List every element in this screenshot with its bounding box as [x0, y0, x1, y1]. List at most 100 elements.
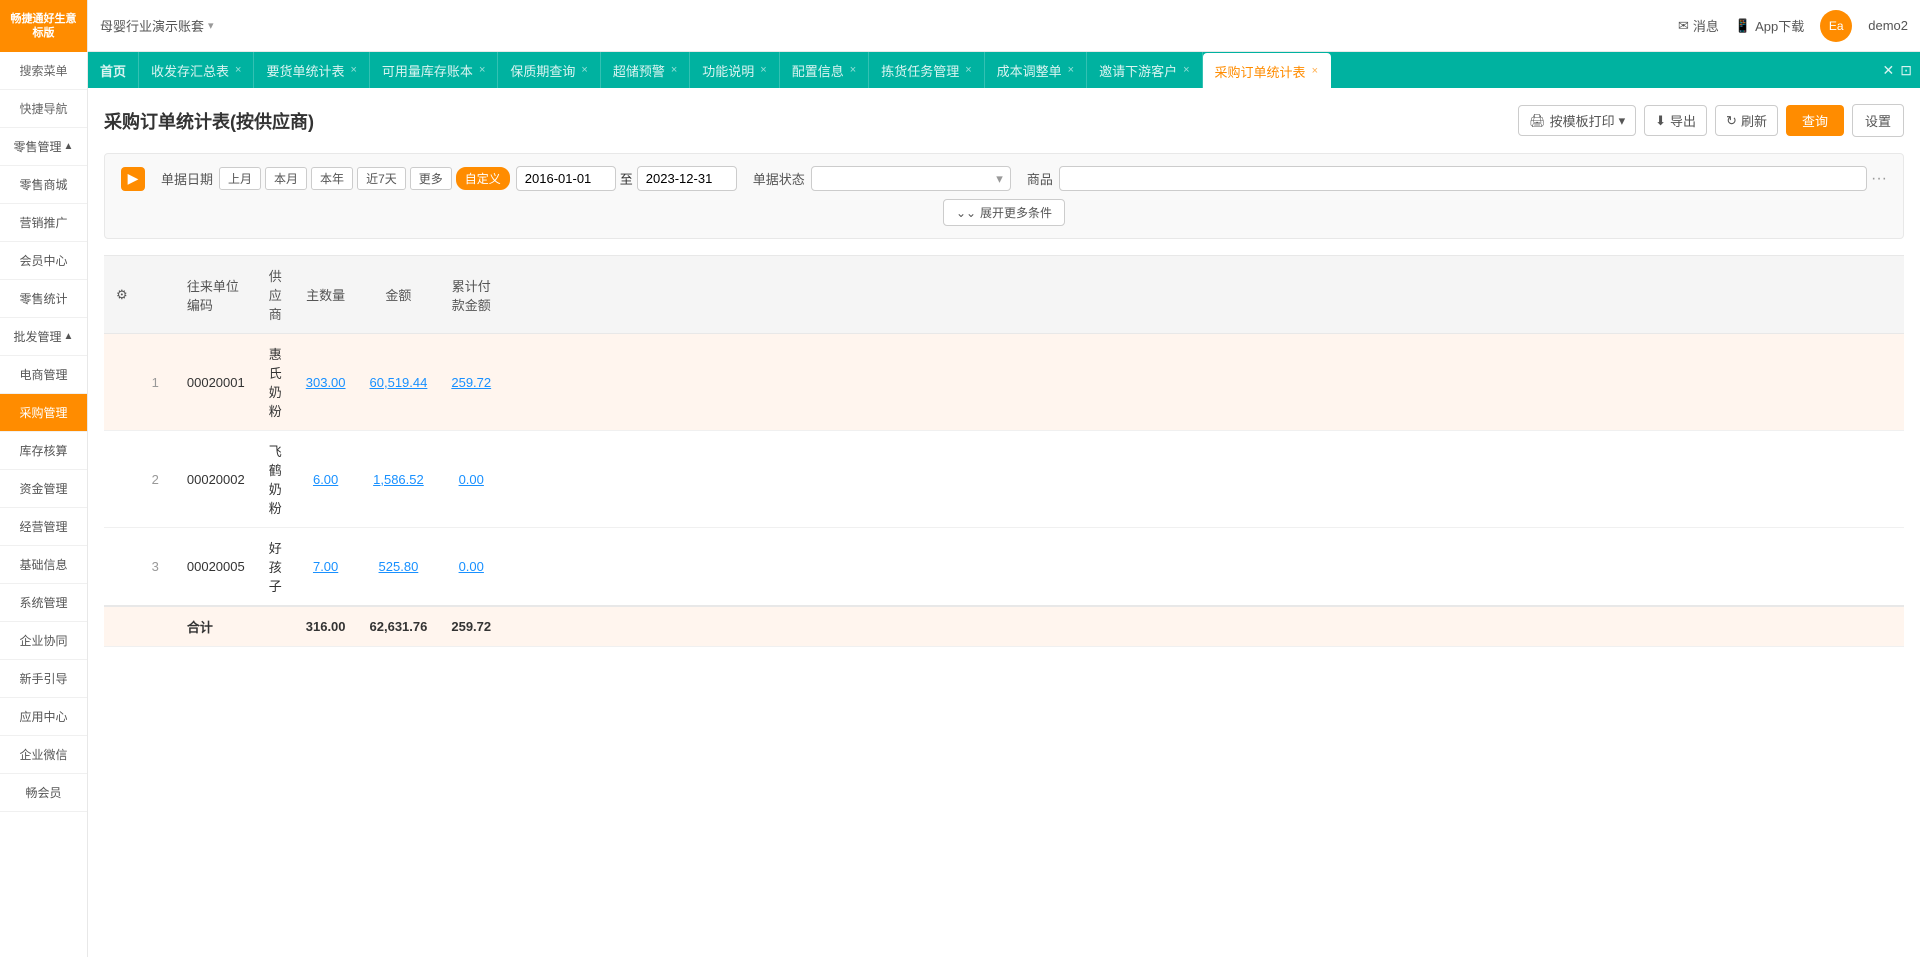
- sidebar-item-purchase[interactable]: 采购管理: [0, 394, 87, 432]
- nav-tab-config-info[interactable]: 配置信息 ×: [780, 52, 869, 88]
- sidebar-item-system[interactable]: 系统管理: [0, 584, 87, 622]
- app-download-btn[interactable]: 📱 App下载: [1735, 16, 1804, 35]
- close-all-tabs-btn[interactable]: ✕: [1883, 62, 1895, 79]
- amount-link-0[interactable]: 60,519.44: [370, 375, 428, 390]
- nav-tab-close-expiry-query[interactable]: ×: [581, 64, 587, 76]
- row-supplier-0: 惠氏奶粉: [257, 334, 294, 431]
- col-amount-header: 金额: [358, 256, 440, 334]
- expand-more-btn[interactable]: ⌄⌄ 展开更多条件: [943, 199, 1065, 226]
- date-this-year-btn[interactable]: 本年: [311, 167, 353, 190]
- amount-link-2[interactable]: 525.80: [379, 559, 419, 574]
- footer-paid: 259.72: [439, 606, 503, 647]
- user-avatar[interactable]: Ea: [1820, 10, 1852, 42]
- quantity-link-0[interactable]: 303.00: [306, 375, 346, 390]
- settings-btn[interactable]: 设置: [1852, 104, 1904, 137]
- template-print-btn[interactable]: 🖨 按模板打印 ▾: [1518, 105, 1636, 136]
- sidebar-item-retail-stats[interactable]: 零售统计: [0, 280, 87, 318]
- filter-toggle-btn[interactable]: ▶: [121, 167, 145, 191]
- sidebar-item-ecommerce[interactable]: 电商管理: [0, 356, 87, 394]
- date-this-month-btn[interactable]: 本月: [265, 167, 307, 190]
- nav-tab-available-stock[interactable]: 可用量库存账本 ×: [370, 52, 498, 88]
- footer-empty2: [140, 606, 171, 647]
- row-supplier-2: 好孩子: [257, 528, 294, 607]
- date-last-month-btn[interactable]: 上月: [219, 167, 261, 190]
- amount-link-1[interactable]: 1,586.52: [373, 472, 424, 487]
- sidebar-item-marketing[interactable]: 营销推广: [0, 204, 87, 242]
- sidebar-item-wholesale[interactable]: 批发管理 ▲: [0, 318, 87, 356]
- date-from-input[interactable]: [516, 166, 616, 191]
- nav-tab-close-available-stock[interactable]: ×: [479, 64, 485, 76]
- row-paid-0: 259.72: [439, 334, 503, 431]
- row-amount-2: 525.80: [358, 528, 440, 607]
- sidebar-item-member[interactable]: 畅会员: [0, 774, 87, 812]
- filter-section: ▶ 单据日期 上月 本月 本年 近7天 更多 自定义: [104, 153, 1904, 239]
- goods-input[interactable]: [1059, 166, 1867, 191]
- nav-tab-close-pick-task[interactable]: ×: [965, 64, 971, 76]
- nav-tab-close-func-desc[interactable]: ×: [760, 64, 766, 76]
- export-icon: ⬇: [1655, 113, 1666, 129]
- nav-tab-invite-downstream[interactable]: 邀请下游客户 ×: [1087, 52, 1202, 88]
- goods-filter: 商品 ···: [1027, 166, 1887, 191]
- date-7days-btn[interactable]: 近7天: [357, 167, 406, 190]
- message-btn[interactable]: ✉ 消息: [1678, 16, 1719, 35]
- template-arrow-icon: ▾: [1619, 113, 1626, 129]
- paid-link-2[interactable]: 0.00: [459, 559, 484, 574]
- nav-tab-close-overstock[interactable]: ×: [671, 64, 677, 76]
- row-amount-1: 1,586.52: [358, 431, 440, 528]
- row-num-1: 2: [140, 431, 171, 528]
- settings-icon: ⚙: [116, 287, 128, 302]
- nav-tab-home[interactable]: 首页: [88, 52, 139, 88]
- sidebar-item-basic[interactable]: 基础信息: [0, 546, 87, 584]
- refresh-btn[interactable]: ↻ 刷新: [1715, 105, 1778, 136]
- nav-tab-receive-summary[interactable]: 收发存汇总表 ×: [139, 52, 254, 88]
- quantity-link-2[interactable]: 7.00: [313, 559, 338, 574]
- filter-row: ▶ 单据日期 上月 本月 本年 近7天 更多 自定义: [121, 166, 1887, 191]
- sidebar-search-section[interactable]: 搜索菜单: [0, 52, 87, 90]
- sidebar-item-retail-mgmt[interactable]: 零售管理 ▲: [0, 128, 87, 166]
- sidebar-item-enterprise[interactable]: 企业协同: [0, 622, 87, 660]
- sidebar-item-enterprise-wx[interactable]: 企业微信: [0, 736, 87, 774]
- status-select[interactable]: [811, 166, 1011, 191]
- nav-tab-expiry-query[interactable]: 保质期查询 ×: [498, 52, 600, 88]
- goods-more-btn[interactable]: ···: [1871, 170, 1887, 188]
- sidebar-item-newbie[interactable]: 新手引导: [0, 660, 87, 698]
- nav-tab-close-purchase-summary[interactable]: ×: [350, 64, 356, 76]
- date-custom-btn[interactable]: 自定义: [456, 167, 510, 190]
- refresh-label: 刷新: [1741, 111, 1767, 130]
- quantity-link-1[interactable]: 6.00: [313, 472, 338, 487]
- sidebar-item-finance[interactable]: 资金管理: [0, 470, 87, 508]
- sidebar: 畅捷通好生意标版 搜索菜单 快捷导航 零售管理 ▲零售商城营销推广会员中心零售统…: [0, 0, 88, 957]
- message-label: 消息: [1693, 16, 1719, 35]
- workspace-selector[interactable]: 母婴行业演示账套 ▾: [100, 16, 1670, 35]
- nav-tab-close-purchase-order-summary[interactable]: ×: [1312, 65, 1318, 77]
- table-footer-row: 合计 316.00 62,631.76 259.72: [104, 606, 1904, 647]
- nav-tab-pick-task[interactable]: 拣货任务管理 ×: [869, 52, 984, 88]
- nav-tab-close-invite-downstream[interactable]: ×: [1183, 64, 1189, 76]
- paid-link-0[interactable]: 259.72: [451, 375, 491, 390]
- nav-tab-close-config-info[interactable]: ×: [850, 64, 856, 76]
- date-to-input[interactable]: [637, 166, 737, 191]
- row-code-1: 00020002: [171, 431, 257, 528]
- sidebar-item-inventory[interactable]: 库存核算: [0, 432, 87, 470]
- sidebar-item-operation[interactable]: 经营管理: [0, 508, 87, 546]
- export-btn[interactable]: ⬇ 导出: [1644, 105, 1707, 136]
- sidebar-nav-label: 快捷导航: [0, 90, 87, 128]
- query-btn[interactable]: 查询: [1786, 105, 1844, 136]
- nav-tab-func-desc[interactable]: 功能说明 ×: [690, 52, 779, 88]
- nav-tab-purchase-summary[interactable]: 要货单统计表 ×: [254, 52, 369, 88]
- nav-tab-overstock[interactable]: 超储预警 ×: [601, 52, 690, 88]
- sidebar-item-retail-shop[interactable]: 零售商城: [0, 166, 87, 204]
- nav-tab-close-cost-adjust[interactable]: ×: [1068, 64, 1074, 76]
- col-settings-header: ⚙: [104, 256, 140, 334]
- nav-tab-purchase-order-summary[interactable]: 采购订单统计表 ×: [1203, 53, 1331, 88]
- sidebar-item-members[interactable]: 会员中心: [0, 242, 87, 280]
- sidebar-item-app-center[interactable]: 应用中心: [0, 698, 87, 736]
- paid-link-1[interactable]: 0.00: [459, 472, 484, 487]
- date-more-btn[interactable]: 更多: [410, 167, 452, 190]
- nav-tab-cost-adjust[interactable]: 成本调整单 ×: [985, 52, 1087, 88]
- template-print-label: 按模板打印: [1550, 111, 1615, 130]
- row-quantity-2: 7.00: [294, 528, 358, 607]
- expand-tabs-btn[interactable]: ⊡: [1900, 62, 1912, 79]
- page-container: 采购订单统计表(按供应商) 🖨 按模板打印 ▾ ⬇ 导出 ↻ 刷新: [88, 88, 1920, 957]
- nav-tab-close-receive-summary[interactable]: ×: [235, 64, 241, 76]
